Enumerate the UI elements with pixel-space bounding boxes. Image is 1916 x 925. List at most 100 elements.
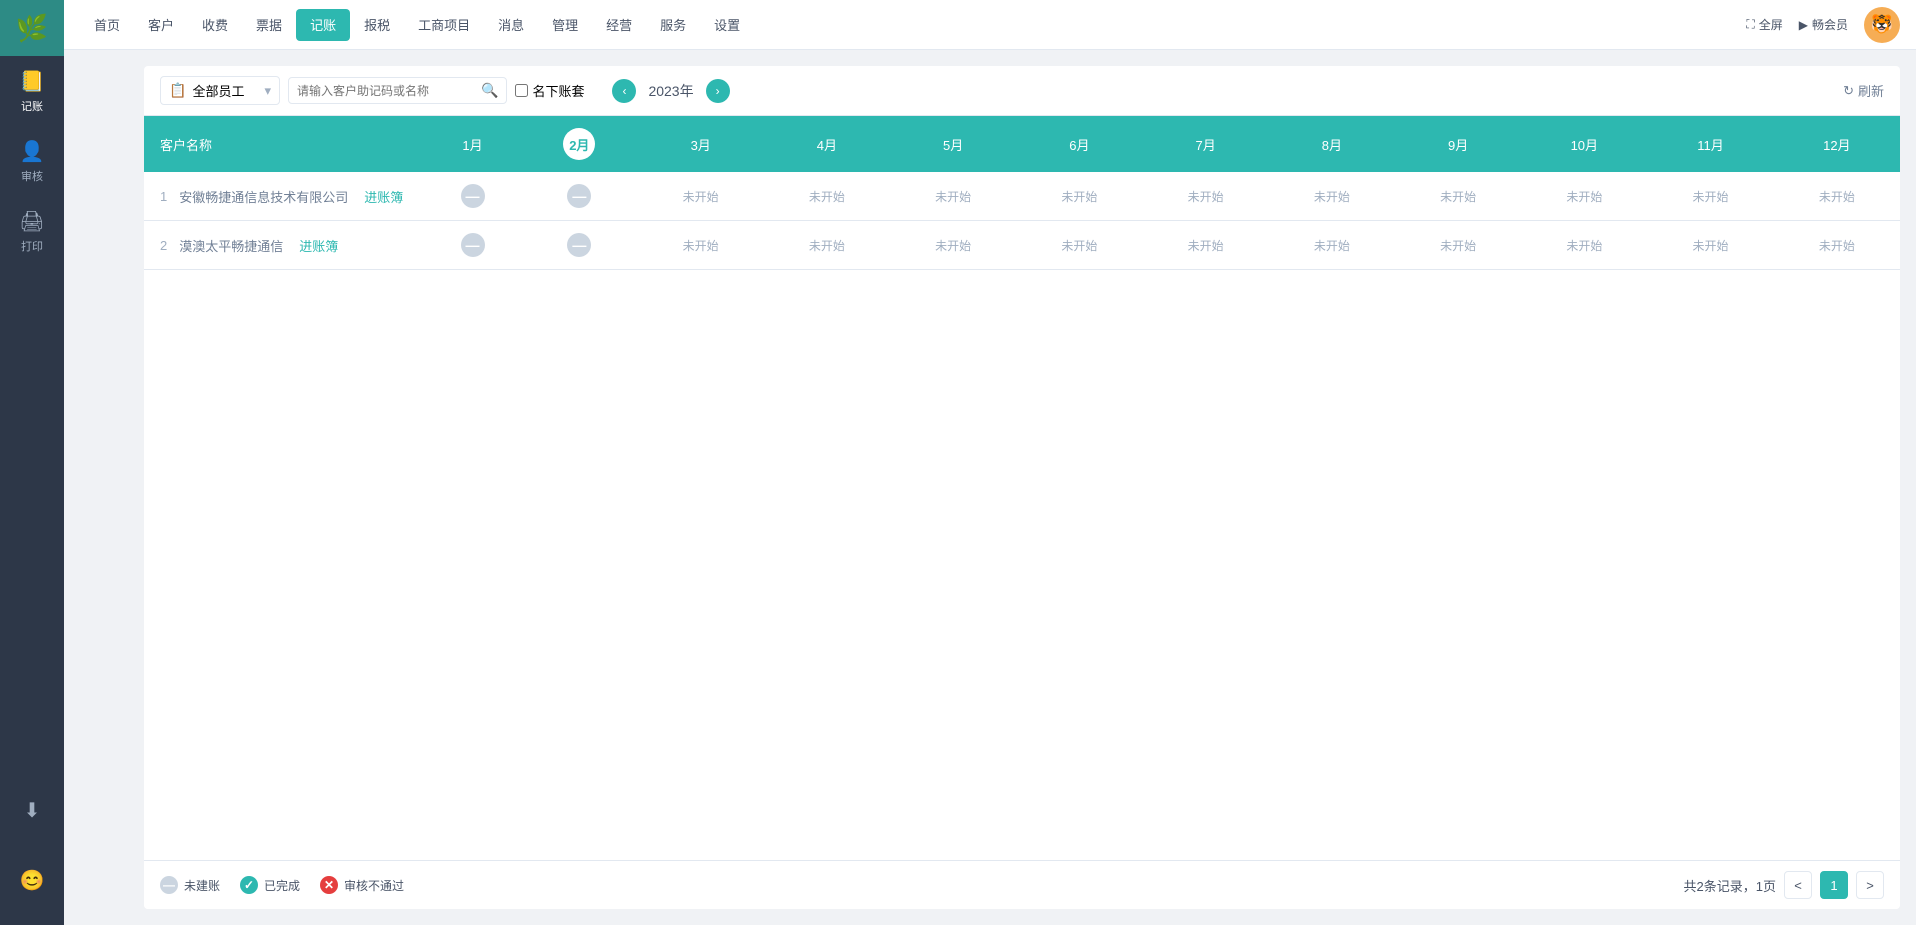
status-cell-month-10[interactable]: 未开始 <box>1521 221 1647 270</box>
status-cell-month-12[interactable]: 未开始 <box>1774 172 1900 221</box>
col-month-6[interactable]: 6月 <box>1016 116 1142 172</box>
status-cell-month-6[interactable]: 未开始 <box>1016 221 1142 270</box>
next-year-button[interactable]: › <box>706 79 730 103</box>
search-input[interactable] <box>297 84 477 98</box>
nav-invoice[interactable]: 票据 <box>242 0 296 50</box>
nav-customer[interactable]: 客户 <box>134 0 188 50</box>
nav-management[interactable]: 管理 <box>538 0 592 50</box>
month-8-label: 8月 <box>1322 138 1342 153</box>
month-9-label: 9月 <box>1448 138 1468 153</box>
status-cell-month-9[interactable]: 未开始 <box>1395 172 1521 221</box>
nav-bookkeeping[interactable]: 记账 <box>296 9 350 41</box>
month-2-label: 2月 <box>563 128 595 160</box>
prev-page-button[interactable]: < <box>1784 871 1812 899</box>
month-4-label: 4月 <box>817 138 837 153</box>
table-header-row: 客户名称 1月 2月 3月 4月 5月 6月 7月 8月 9月 10月 11月 <box>144 116 1900 172</box>
nav-settings[interactable]: 设置 <box>700 0 754 50</box>
footer: — 未建账 ✓ 已完成 ✕ 审核不通过 共2条记录，1页 < 1 > <box>144 860 1900 909</box>
status-cell-month-5[interactable]: 未开始 <box>890 221 1016 270</box>
legend-rejected: ✕ 审核不通过 <box>320 876 404 894</box>
sidebar-item-download[interactable]: ⬇ <box>0 775 64 845</box>
search-input-wrap: 🔍 <box>288 77 507 104</box>
col-month-7[interactable]: 7月 <box>1143 116 1269 172</box>
avatar-emoji: 🐯 <box>1871 14 1893 35</box>
status-not-started-label: 未开始 <box>1314 190 1350 204</box>
status-cell-month-12[interactable]: 未开始 <box>1774 221 1900 270</box>
prev-year-button[interactable]: ‹ <box>612 79 636 103</box>
col-month-11[interactable]: 11月 <box>1647 116 1773 172</box>
status-not-started-label: 未开始 <box>1819 190 1855 204</box>
avatar[interactable]: 🐯 <box>1864 7 1900 43</box>
status-cell-month-9[interactable]: 未开始 <box>1395 221 1521 270</box>
main-table: 客户名称 1月 2月 3月 4月 5月 6月 7月 8月 9月 10月 11月 <box>144 116 1900 270</box>
audit-icon: 👤 <box>20 139 45 164</box>
col-month-1[interactable]: 1月 <box>424 116 521 172</box>
status-cell-month-4[interactable]: 未开始 <box>764 221 890 270</box>
enter-ledger-link[interactable]: 进账簿 <box>364 187 403 206</box>
status-not-started-label: 未开始 <box>1566 239 1602 253</box>
col-month-8[interactable]: 8月 <box>1269 116 1395 172</box>
employee-select[interactable]: 📋 全部员工 ▾ <box>160 76 280 105</box>
status-cell-month-1[interactable]: — <box>424 221 521 270</box>
chevron-down-icon: ▾ <box>264 83 271 99</box>
status-cell-month-7[interactable]: 未开始 <box>1143 172 1269 221</box>
status-not-started-label: 未开始 <box>1693 239 1729 253</box>
sidebar-item-print[interactable]: 🖨 打印 <box>0 196 64 266</box>
nav-home[interactable]: 首页 <box>80 0 134 50</box>
nav-industry[interactable]: 工商项目 <box>404 0 484 50</box>
month-5-label: 5月 <box>943 138 963 153</box>
year-display: 2023年 <box>648 81 693 101</box>
pagination: 共2条记录，1页 < 1 > <box>1684 871 1884 899</box>
enter-ledger-link[interactable]: 进账簿 <box>299 236 338 255</box>
search-button[interactable]: 🔍 <box>481 82 498 99</box>
sidebar-item-support[interactable]: 😊 <box>0 845 64 915</box>
status-cell-month-3[interactable]: 未开始 <box>638 221 764 270</box>
col-month-10[interactable]: 10月 <box>1521 116 1647 172</box>
col-month-12[interactable]: 12月 <box>1774 116 1900 172</box>
fullscreen-button[interactable]: ⛶ 全屏 <box>1746 16 1782 33</box>
status-cell-month-8[interactable]: 未开始 <box>1269 172 1395 221</box>
status-cell-month-7[interactable]: 未开始 <box>1143 221 1269 270</box>
status-cell-month-4[interactable]: 未开始 <box>764 172 890 221</box>
status-cell-month-2[interactable]: — <box>521 172 637 221</box>
status-cell-month-6[interactable]: 未开始 <box>1016 172 1142 221</box>
member-button[interactable]: ▶ 畅会员 <box>1799 16 1848 33</box>
mine-checkbox[interactable] <box>515 84 528 97</box>
status-dash-icon: — <box>461 233 485 257</box>
col-month-2[interactable]: 2月 <box>521 116 637 172</box>
refresh-button[interactable]: ↻ 刷新 <box>1843 81 1884 100</box>
month-6-label: 6月 <box>1069 138 1089 153</box>
bookkeeping-icon: 📒 <box>20 69 45 94</box>
download-icon: ⬇ <box>24 798 41 823</box>
col-month-4[interactable]: 4月 <box>764 116 890 172</box>
status-cell-month-2[interactable]: — <box>521 221 637 270</box>
status-cell-month-10[interactable]: 未开始 <box>1521 172 1647 221</box>
sidebar-item-bookkeeping[interactable]: 📒 记账 <box>0 56 64 126</box>
sidebar-item-print-label: 打印 <box>21 238 43 254</box>
nav-message[interactable]: 消息 <box>484 0 538 50</box>
sidebar-item-audit[interactable]: 👤 审核 <box>0 126 64 196</box>
legend-completed-label: 已完成 <box>264 877 300 894</box>
status-cell-month-8[interactable]: 未开始 <box>1269 221 1395 270</box>
page-1-button[interactable]: 1 <box>1820 871 1848 899</box>
col-month-9[interactable]: 9月 <box>1395 116 1521 172</box>
next-page-button[interactable]: > <box>1856 871 1884 899</box>
status-cell-month-1[interactable]: — <box>424 172 521 221</box>
nav-service[interactable]: 服务 <box>646 0 700 50</box>
legend-not-built: — 未建账 <box>160 876 220 894</box>
legend-not-built-label: 未建账 <box>184 877 220 894</box>
nav-billing[interactable]: 收费 <box>188 0 242 50</box>
col-month-5[interactable]: 5月 <box>890 116 1016 172</box>
status-cell-month-11[interactable]: 未开始 <box>1647 172 1773 221</box>
status-cell-month-3[interactable]: 未开始 <box>638 172 764 221</box>
status-cell-month-11[interactable]: 未开始 <box>1647 221 1773 270</box>
checkbox-mine[interactable]: 名下账套 <box>515 81 584 100</box>
col-month-3[interactable]: 3月 <box>638 116 764 172</box>
status-not-started-label: 未开始 <box>809 239 845 253</box>
nav-operation[interactable]: 经营 <box>592 0 646 50</box>
status-not-started-label: 未开始 <box>1188 239 1224 253</box>
pagination-info: 共2条记录，1页 <box>1684 876 1776 895</box>
year-navigation: ‹ 2023年 › <box>612 79 729 103</box>
nav-tax[interactable]: 报税 <box>350 0 404 50</box>
status-cell-month-5[interactable]: 未开始 <box>890 172 1016 221</box>
